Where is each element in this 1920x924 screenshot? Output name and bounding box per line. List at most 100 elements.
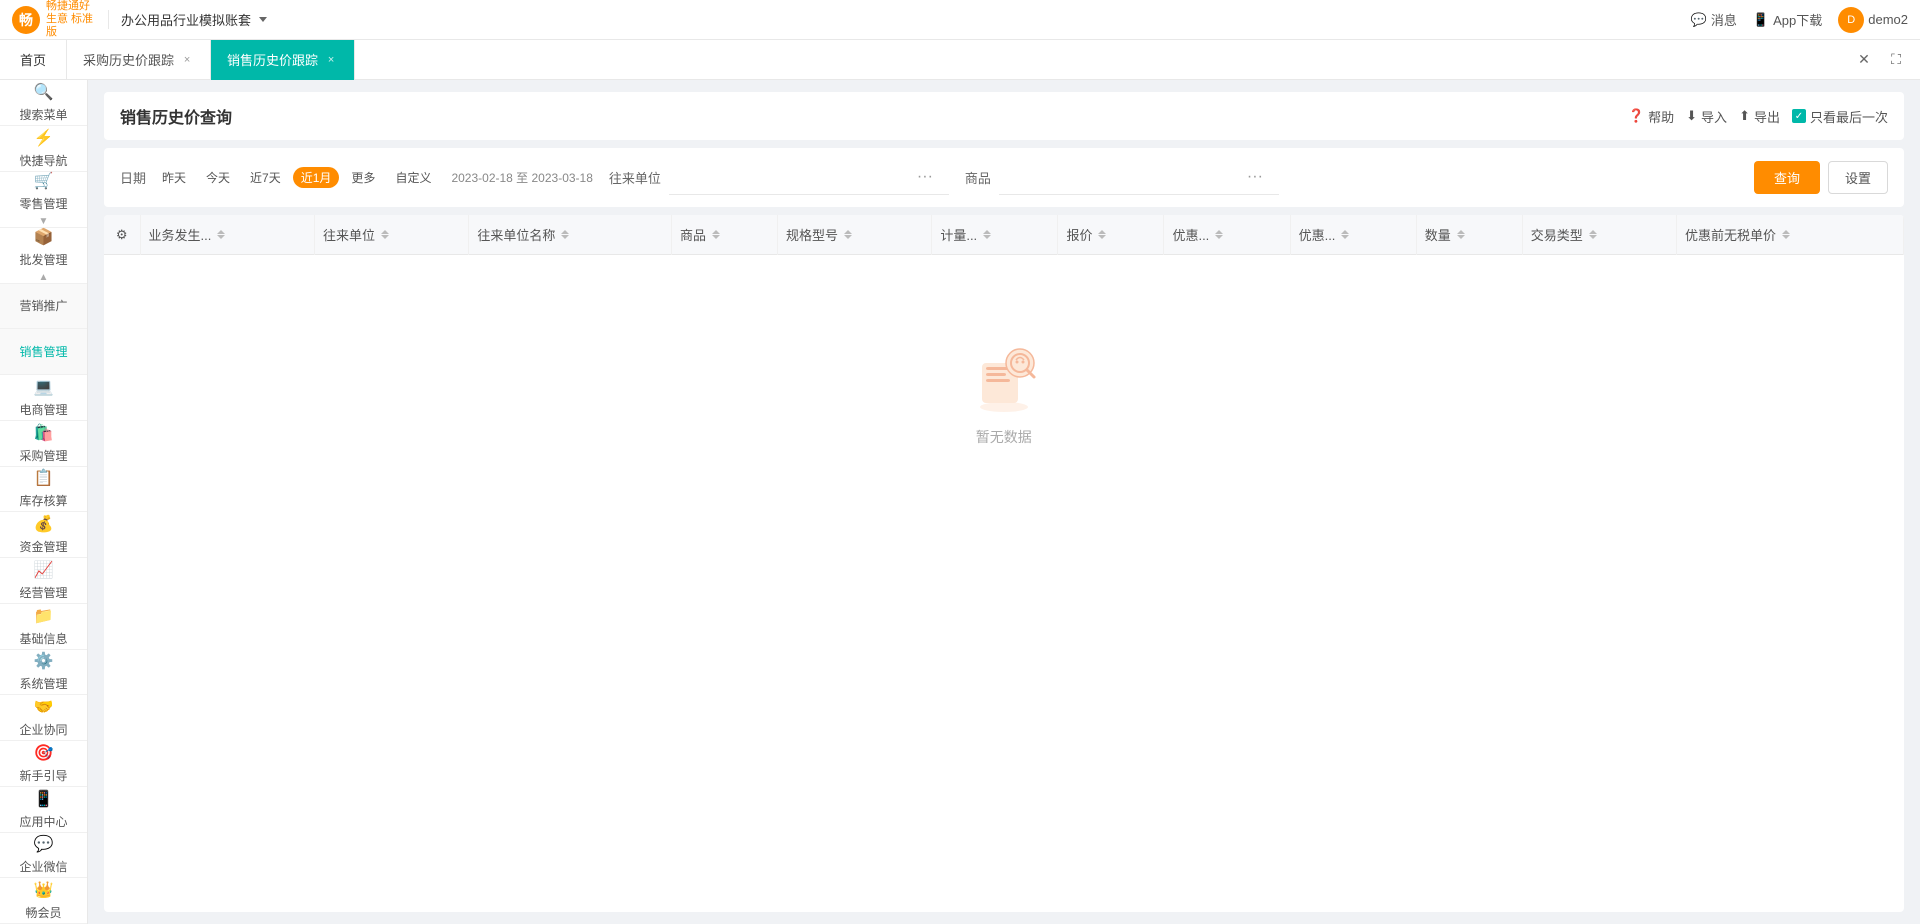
sidebar-item-member[interactable]: 👑 畅会员 bbox=[0, 878, 87, 924]
help-btn[interactable]: ❓ 帮助 bbox=[1628, 107, 1674, 126]
message-btn[interactable]: 💬 消息 bbox=[1691, 10, 1737, 29]
sort-up-icon bbox=[983, 230, 991, 234]
sidebar-item-biz-mgmt[interactable]: 📈 经营管理 bbox=[0, 558, 87, 604]
maximize-btn[interactable]: ⛶ bbox=[1884, 48, 1908, 72]
checkbox-icon bbox=[1792, 109, 1806, 123]
app-download-btn[interactable]: 📱 App下载 bbox=[1753, 10, 1822, 29]
sidebar-item-enterprise[interactable]: 🤝 企业协同 bbox=[0, 695, 87, 741]
close-purchase-tab[interactable]: × bbox=[180, 53, 194, 67]
user-menu[interactable]: D demo2 bbox=[1838, 7, 1908, 33]
app-center-icon: 📱 bbox=[34, 789, 54, 809]
sidebar-item-finance[interactable]: 💰 资金管理 bbox=[0, 512, 87, 558]
tab-bar: 首页 采购历史价跟踪 × 销售历史价跟踪 × ✕ ⛶ bbox=[0, 40, 1920, 80]
table-col-discount2[interactable]: 优惠... bbox=[1290, 215, 1416, 255]
sort-arrows-product bbox=[712, 230, 720, 239]
export-btn[interactable]: ⬆ 导出 bbox=[1739, 107, 1780, 126]
date-chip-7days[interactable]: 近7天 bbox=[242, 167, 289, 188]
app-selector[interactable]: 办公用品行业模拟账套 bbox=[108, 10, 267, 29]
table-col-unit[interactable]: 计量... bbox=[932, 215, 1058, 255]
only-last-checkbox[interactable]: 只看最后一次 bbox=[1792, 107, 1888, 126]
sort-down-icon bbox=[844, 235, 852, 239]
table-col-biz-date[interactable]: 业务发生... bbox=[140, 215, 314, 255]
sidebar-item-system[interactable]: ⚙️ 系统管理 bbox=[0, 650, 87, 696]
sidebar-item-basic-info[interactable]: 📁 基础信息 bbox=[0, 604, 87, 650]
sort-up-icon bbox=[1782, 230, 1790, 234]
table-container: ⚙ 业务发生... bbox=[104, 215, 1904, 912]
date-chip-yesterday[interactable]: 昨天 bbox=[154, 167, 194, 188]
sort-arrows-quantity bbox=[1457, 230, 1465, 239]
table-col-spec[interactable]: 规格型号 bbox=[777, 215, 931, 255]
tab-sales[interactable]: 销售历史价跟踪 × bbox=[211, 40, 355, 80]
close-sales-tab[interactable]: × bbox=[324, 53, 338, 67]
sort-down-icon bbox=[1341, 235, 1349, 239]
date-chip-1month[interactable]: 近1月 bbox=[293, 167, 340, 188]
partner-input-dots[interactable]: ··· bbox=[917, 168, 933, 186]
sort-down-icon bbox=[1098, 235, 1106, 239]
table-col-quantity[interactable]: 数量 bbox=[1416, 215, 1522, 255]
sidebar-item-wholesale[interactable]: 📦 批发管理 ▲ bbox=[0, 228, 87, 284]
tab-bar-right: ✕ ⛶ bbox=[1852, 48, 1920, 72]
sidebar-item-quick-nav[interactable]: ⚡ 快捷导航 bbox=[0, 126, 87, 172]
table-col-partner-name[interactable]: 往来单位名称 bbox=[469, 215, 672, 255]
sidebar-item-purchase-mgmt[interactable]: 🛍️ 采购管理 bbox=[0, 421, 87, 467]
product-input-dots[interactable]: ··· bbox=[1247, 168, 1263, 186]
sort-down-icon bbox=[1782, 235, 1790, 239]
date-chip-more[interactable]: 更多 bbox=[343, 167, 383, 188]
export-icon: ⬆ bbox=[1739, 108, 1750, 124]
tab-home[interactable]: 首页 bbox=[0, 40, 67, 80]
inventory-icon: 📋 bbox=[34, 468, 54, 488]
ecom-icon: 💻 bbox=[34, 377, 54, 397]
sidebar-item-ecom[interactable]: 💻 电商管理 bbox=[0, 375, 87, 421]
sidebar-item-newbie[interactable]: 🎯 新手引导 bbox=[0, 741, 87, 787]
sort-arrows-biz-date bbox=[217, 230, 225, 239]
import-btn[interactable]: ⬇ 导入 bbox=[1686, 107, 1727, 126]
page-title: 销售历史价查询 bbox=[120, 104, 232, 128]
table-col-product[interactable]: 商品 bbox=[671, 215, 777, 255]
wholesale-icon: 📦 bbox=[34, 227, 54, 247]
query-button[interactable]: 查询 bbox=[1754, 161, 1820, 194]
table-col-price[interactable]: 报价 bbox=[1058, 215, 1164, 255]
table-col-discount1[interactable]: 优惠... bbox=[1164, 215, 1290, 255]
partner-input-wrapper: ··· bbox=[669, 160, 949, 195]
sidebar-item-wechat[interactable]: 💬 企业微信 bbox=[0, 833, 87, 879]
date-range-display: 2023-02-18 至 2023-03-18 bbox=[451, 169, 592, 186]
sidebar-item-marketing[interactable]: 营销推广 bbox=[0, 284, 87, 330]
date-chip-today[interactable]: 今天 bbox=[198, 167, 238, 188]
table-col-pretax-price[interactable]: 优惠前无税单价 bbox=[1677, 215, 1904, 255]
wholesale-sub-indicator: ▲ bbox=[39, 272, 49, 283]
sort-arrows-unit bbox=[983, 230, 991, 239]
empty-state: 暂无数据 bbox=[104, 255, 1904, 527]
close-tab-btn[interactable]: ✕ bbox=[1852, 48, 1876, 72]
product-label: 商品 bbox=[965, 168, 991, 187]
date-label: 日期 bbox=[120, 168, 146, 187]
date-chip-custom[interactable]: 自定义 bbox=[387, 167, 439, 188]
table-col-trade-type[interactable]: 交易类型 bbox=[1522, 215, 1676, 255]
table-col-partner-code[interactable]: 往来单位 bbox=[314, 215, 468, 255]
tab-purchase[interactable]: 采购历史价跟踪 × bbox=[67, 40, 211, 80]
sidebar-item-app-center[interactable]: 📱 应用中心 bbox=[0, 787, 87, 833]
partner-label: 往来单位 bbox=[609, 168, 661, 187]
product-input[interactable] bbox=[1007, 162, 1247, 192]
sidebar-item-inventory[interactable]: 📋 库存核算 bbox=[0, 467, 87, 513]
top-header: 畅 畅捷通好生意 标准版 办公用品行业模拟账套 💬 消息 📱 App下载 D d… bbox=[0, 0, 1920, 40]
sort-down-icon bbox=[1215, 235, 1223, 239]
sort-arrows-partner-code bbox=[381, 230, 389, 239]
sort-up-icon bbox=[561, 230, 569, 234]
settings-button[interactable]: 设置 bbox=[1828, 161, 1888, 194]
table-col-settings[interactable]: ⚙ bbox=[104, 215, 140, 255]
basic-info-icon: 📁 bbox=[34, 606, 54, 626]
main-layout: 🔍 搜索菜单 ⚡ 快捷导航 🛒 零售管理 ▼ 📦 批发管理 ▲ 营销推广 销售管… bbox=[0, 80, 1920, 924]
sort-down-icon bbox=[217, 235, 225, 239]
sort-up-icon bbox=[844, 230, 852, 234]
table-header-row: ⚙ 业务发生... bbox=[104, 215, 1904, 255]
sort-arrows-partner-name bbox=[561, 230, 569, 239]
biz-mgmt-icon: 📈 bbox=[34, 560, 54, 580]
sidebar-item-search-menu[interactable]: 🔍 搜索菜单 bbox=[0, 80, 87, 126]
partner-input[interactable] bbox=[677, 162, 917, 192]
sidebar-item-sales-mgmt[interactable]: 销售管理 bbox=[0, 329, 87, 375]
product-input-wrapper: ··· bbox=[999, 160, 1279, 195]
sidebar-item-retail[interactable]: 🛒 零售管理 ▼ bbox=[0, 172, 87, 228]
page-title-bar: 销售历史价查询 ❓ 帮助 ⬇ 导入 ⬆ 导出 bbox=[104, 92, 1904, 140]
filter-bar: 日期 昨天 今天 近7天 近1月 更多 自定义 2023-02-18 至 202… bbox=[104, 148, 1904, 207]
app-title: 办公用品行业模拟账套 bbox=[121, 10, 251, 29]
